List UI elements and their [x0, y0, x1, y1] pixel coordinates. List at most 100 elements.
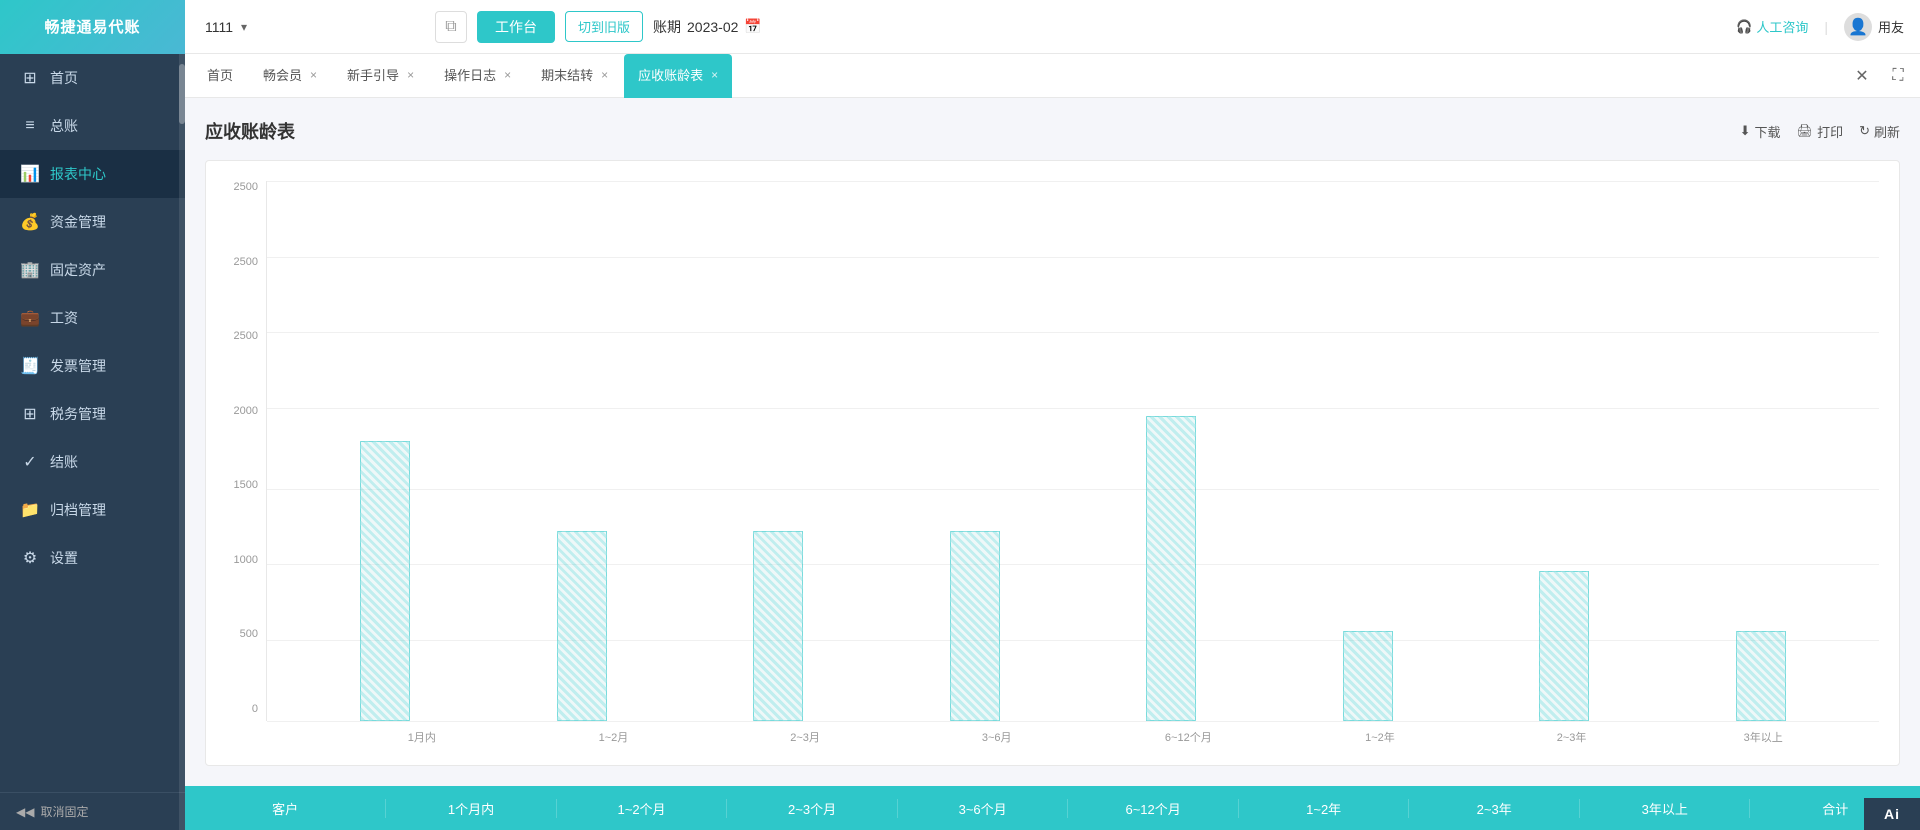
x-label-8: 3年以上 — [1667, 729, 1859, 745]
tab-home[interactable]: 首页 — [193, 54, 247, 98]
tab-oplog-close[interactable]: × — [504, 68, 511, 82]
sidebar-item-checkout[interactable]: ✓ 结账 — [0, 438, 185, 486]
ai-badge[interactable]: Ai — [1864, 798, 1920, 830]
x-label-5: 6~12个月 — [1093, 729, 1285, 745]
consult-link[interactable]: 🎧 人工咨询 — [1736, 17, 1808, 36]
tab-period-end-close[interactable]: × — [601, 68, 608, 82]
x-label-3: 2~3月 — [709, 729, 901, 745]
workbench-button[interactable]: 工作台 — [477, 11, 555, 43]
tab-oplog-label: 操作日志 — [444, 65, 496, 84]
consult-label: 人工咨询 — [1756, 17, 1808, 36]
sidebar-label-funds: 资金管理 — [50, 212, 106, 232]
company-name: 1111 — [205, 19, 233, 35]
sidebar-item-assets[interactable]: 🏢 固定资产 — [0, 246, 185, 294]
x-label-6: 1~2年 — [1284, 729, 1476, 745]
th-1-2month: 1~2个月 — [557, 799, 728, 818]
tab-member-close[interactable]: × — [310, 68, 317, 82]
download-button[interactable]: ⬇ 下载 — [1740, 122, 1781, 141]
checkout-icon: ✓ — [20, 452, 40, 472]
sidebar: ⊞ 首页 ≡ 总账 📊 报表中心 💰 资金管理 🏢 固定资产 💼 工资 🧾 发票… — [0, 54, 185, 830]
bar-3-inner — [753, 531, 803, 721]
tabs-close-all-btn[interactable]: ✕ — [1848, 62, 1876, 90]
cancel-fixed[interactable]: ◀◀ 取消固定 — [0, 792, 185, 830]
page-content: 应收账龄表 ⬇ 下载 🖨 打印 ↻ 刷新 — [185, 98, 1920, 786]
salary-icon: 💼 — [20, 308, 40, 328]
sidebar-item-ledger[interactable]: ≡ 总账 — [0, 102, 185, 150]
switch-version-button[interactable]: 切到旧版 — [565, 11, 643, 42]
grid-line-bottom — [267, 721, 1879, 722]
bar-group-8 — [1736, 631, 1786, 721]
reports-icon: 📊 — [20, 164, 40, 184]
y-label-500: 500 — [240, 628, 258, 640]
copy-button[interactable]: ⧉ — [435, 11, 467, 43]
sidebar-label-assets: 固定资产 — [50, 260, 106, 280]
page-actions: ⬇ 下载 🖨 打印 ↻ 刷新 — [1740, 122, 1900, 141]
bars-area — [267, 181, 1879, 721]
bar-group-6 — [1343, 631, 1393, 721]
bar-5-inner — [1146, 416, 1196, 721]
bar-group-4 — [950, 531, 1000, 721]
archive-icon: 📁 — [20, 500, 40, 520]
tab-period-end-label: 期末结转 — [541, 65, 593, 84]
bar-6-inner — [1343, 631, 1393, 721]
bar-group-5 — [1146, 416, 1196, 721]
tabs-bar: 首页 畅会员 × 新手引导 × 操作日志 × 期末结转 × 应收账龄表 × — [185, 54, 1920, 98]
funds-icon: 💰 — [20, 212, 40, 232]
bar-group-3 — [753, 531, 803, 721]
home-icon: ⊞ — [20, 68, 40, 88]
headset-icon: 🎧 — [1736, 19, 1752, 35]
print-button[interactable]: 🖨 打印 — [1797, 122, 1844, 141]
sidebar-item-reports[interactable]: 📊 报表中心 — [0, 150, 185, 198]
avatar-icon: 👤 — [1848, 17, 1868, 37]
sidebar-scrollbar[interactable] — [179, 54, 185, 830]
sidebar-item-salary[interactable]: 💼 工资 — [0, 294, 185, 342]
header-right: 🎧 人工咨询 | 👤 用友 — [1736, 13, 1904, 41]
print-label: 打印 — [1817, 122, 1843, 141]
page-title: 应收账龄表 — [205, 118, 295, 144]
download-label: 下载 — [1755, 122, 1781, 141]
sidebar-item-archive[interactable]: 📁 归档管理 — [0, 486, 185, 534]
tab-guide-close[interactable]: × — [407, 68, 414, 82]
y-axis: 2500 2500 2500 2000 1500 1000 500 0 — [226, 181, 266, 745]
settings-icon: ⚙ — [20, 548, 40, 568]
assets-icon: 🏢 — [20, 260, 40, 280]
y-label-2500-top: 2500 — [234, 181, 258, 193]
th-1month: 1个月内 — [386, 799, 557, 818]
company-dropdown-btn[interactable]: ▾ — [241, 20, 247, 34]
sidebar-item-invoice[interactable]: 🧾 发票管理 — [0, 342, 185, 390]
y-label-1500: 1500 — [234, 479, 258, 491]
tab-guide[interactable]: 新手引导 × — [333, 54, 428, 98]
print-icon: 🖨 — [1797, 123, 1814, 139]
tabs-actions: ✕ ⛶ — [1848, 62, 1912, 90]
sidebar-item-settings[interactable]: ⚙ 设置 — [0, 534, 185, 582]
tabs-maximize-btn[interactable]: ⛶ — [1884, 62, 1912, 90]
bar-2-inner — [557, 531, 607, 721]
refresh-button[interactable]: ↻ 刷新 — [1859, 122, 1900, 141]
calendar-icon[interactable]: 📅 — [744, 18, 761, 35]
tab-ar-aging-close[interactable]: × — [711, 68, 718, 82]
sidebar-item-funds[interactable]: 💰 资金管理 — [0, 198, 185, 246]
sidebar-item-home[interactable]: ⊞ 首页 — [0, 54, 185, 102]
th-1-2year: 1~2年 — [1239, 799, 1410, 818]
sidebar-label-ledger: 总账 — [50, 116, 78, 136]
table-header: 客户 1个月内 1~2个月 2~3个月 3~6个月 6~12个月 1~2年 2~… — [185, 786, 1920, 830]
tab-ar-aging[interactable]: 应收账龄表 × — [624, 54, 732, 98]
company-selector: 1111 ▾ — [205, 19, 425, 35]
tab-period-end[interactable]: 期末结转 × — [527, 54, 622, 98]
header: 畅捷通易代账 1111 ▾ ⧉ 工作台 切到旧版 账期 2023-02 📅 🎧 … — [0, 0, 1920, 54]
user-area[interactable]: 👤 用友 — [1844, 13, 1904, 41]
sidebar-label-reports: 报表中心 — [50, 164, 106, 184]
y-label-2500-3: 2500 — [234, 330, 258, 342]
logo: 畅捷通易代账 — [0, 0, 185, 54]
bar-group-7 — [1539, 571, 1589, 721]
th-2-3year: 2~3年 — [1409, 799, 1580, 818]
sidebar-item-tax[interactable]: ⊞ 税务管理 — [0, 390, 185, 438]
tab-member[interactable]: 畅会员 × — [249, 54, 331, 98]
sidebar-label-tax: 税务管理 — [50, 404, 106, 424]
avatar: 👤 — [1844, 13, 1872, 41]
th-2-3month: 2~3个月 — [727, 799, 898, 818]
tab-oplog[interactable]: 操作日志 × — [430, 54, 525, 98]
tab-ar-aging-label: 应收账龄表 — [638, 65, 703, 84]
y-label-2500-2: 2500 — [234, 256, 258, 268]
bar-8-inner — [1736, 631, 1786, 721]
